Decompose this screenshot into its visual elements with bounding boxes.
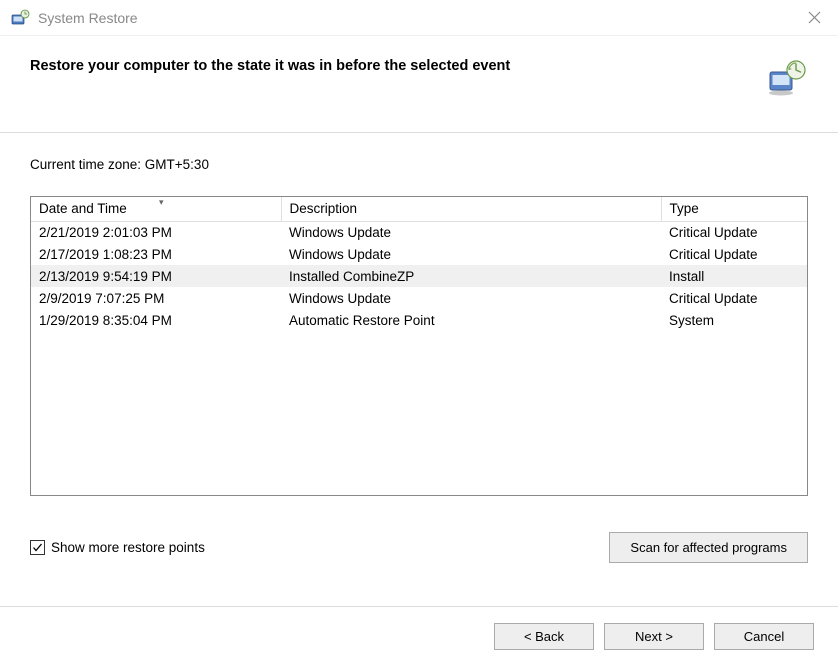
show-more-checkbox[interactable]: Show more restore points: [30, 540, 609, 555]
table-row[interactable]: 2/9/2019 7:07:25 PMWindows UpdateCritica…: [31, 287, 807, 309]
column-header-type-label: Type: [670, 201, 699, 216]
table-cell-date: 2/13/2019 9:54:19 PM: [31, 265, 281, 287]
sort-desc-icon: ▾: [159, 197, 164, 208]
restore-points-table: Date and Time ▾ Description Type 2/21/20…: [30, 196, 808, 496]
table-row-empty: [31, 375, 807, 397]
show-more-label: Show more restore points: [51, 540, 205, 555]
table-row[interactable]: 2/13/2019 9:54:19 PMInstalled CombineZPI…: [31, 265, 807, 287]
table-cell-date: 2/9/2019 7:07:25 PM: [31, 287, 281, 309]
table-cell-date: 1/29/2019 8:35:04 PM: [31, 309, 281, 331]
titlebar: System Restore: [0, 0, 838, 36]
options-row: Show more restore points Scan for affect…: [0, 512, 838, 563]
table-cell-type: Install: [661, 265, 807, 287]
table-cell-type: System: [661, 309, 807, 331]
table-cell-desc: Windows Update: [281, 243, 661, 265]
checkmark-icon: [32, 542, 43, 553]
column-header-date[interactable]: Date and Time ▾: [31, 197, 281, 221]
table-header-row: Date and Time ▾ Description Type: [31, 197, 807, 221]
system-restore-icon: [10, 8, 30, 28]
close-icon: [808, 11, 821, 24]
column-header-description[interactable]: Description: [281, 197, 661, 221]
table-row-empty: [31, 353, 807, 375]
table-row[interactable]: 2/17/2019 1:08:23 PMWindows UpdateCritic…: [31, 243, 807, 265]
back-button[interactable]: < Back: [494, 623, 594, 650]
table-row-empty: [31, 331, 807, 353]
table-cell-type: Critical Update: [661, 287, 807, 309]
table-row-empty: [31, 441, 807, 463]
table-row[interactable]: 2/21/2019 2:01:03 PMWindows UpdateCritic…: [31, 221, 807, 243]
table-cell-type: Critical Update: [661, 243, 807, 265]
table-cell-desc: Windows Update: [281, 221, 661, 243]
column-header-desc-label: Description: [290, 201, 358, 216]
content-area: Current time zone: GMT+5:30 Date and Tim…: [0, 133, 838, 512]
close-button[interactable]: [794, 4, 834, 32]
column-header-date-label: Date and Time: [39, 201, 127, 216]
table-cell-desc: Automatic Restore Point: [281, 309, 661, 331]
table-row-empty: [31, 463, 807, 485]
restore-header-icon: [766, 58, 808, 100]
checkbox-box: [30, 540, 45, 555]
page-heading: Restore your computer to the state it wa…: [30, 58, 766, 74]
table-cell-type: Critical Update: [661, 221, 807, 243]
table-cell-date: 2/17/2019 1:08:23 PM: [31, 243, 281, 265]
table-cell-desc: Windows Update: [281, 287, 661, 309]
scan-affected-button[interactable]: Scan for affected programs: [609, 532, 808, 563]
table-cell-desc: Installed CombineZP: [281, 265, 661, 287]
table-row[interactable]: 1/29/2019 8:35:04 PMAutomatic Restore Po…: [31, 309, 807, 331]
window-title: System Restore: [38, 10, 794, 26]
wizard-footer: < Back Next > Cancel: [0, 606, 838, 666]
table-cell-date: 2/21/2019 2:01:03 PM: [31, 221, 281, 243]
header-area: Restore your computer to the state it wa…: [0, 36, 838, 133]
table-row-empty: [31, 397, 807, 419]
column-header-type[interactable]: Type: [661, 197, 807, 221]
next-button[interactable]: Next >: [604, 623, 704, 650]
cancel-button[interactable]: Cancel: [714, 623, 814, 650]
timezone-label: Current time zone: GMT+5:30: [30, 157, 808, 172]
table-row-empty: [31, 419, 807, 441]
